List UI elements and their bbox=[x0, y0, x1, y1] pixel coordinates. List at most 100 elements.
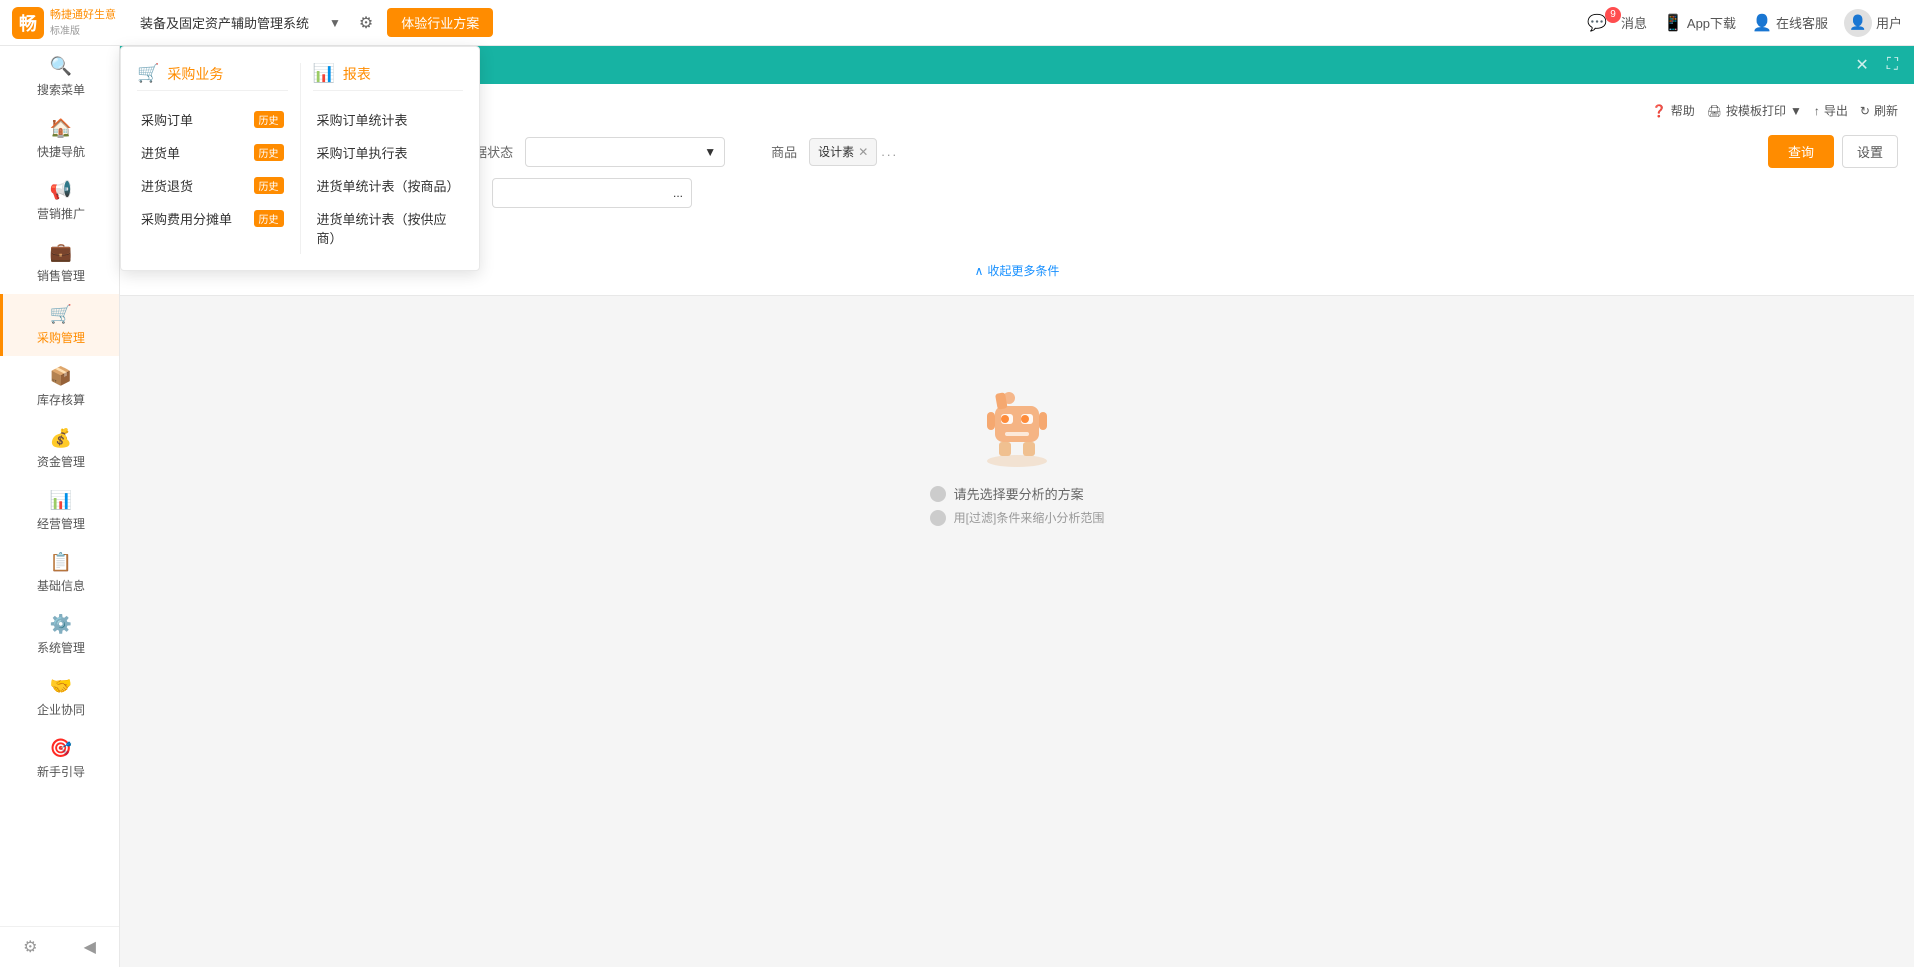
capital-icon: 💰 bbox=[50, 428, 72, 449]
logo-text: 畅捷通好生意 bbox=[50, 8, 116, 22]
sidebar-item-quick-nav[interactable]: 🏠 快捷导航 bbox=[0, 108, 119, 170]
marketing-icon: 📢 bbox=[50, 180, 72, 201]
help-btn[interactable]: ❓ 帮助 bbox=[1652, 102, 1695, 119]
industry-btn[interactable]: 体验行业方案 bbox=[387, 8, 493, 37]
print-template-label: 按模板打印 bbox=[1726, 102, 1786, 119]
export-icon: ↑ bbox=[1814, 104, 1820, 118]
purchase-expense-history-tag: 历史 bbox=[254, 210, 284, 227]
refresh-icon: ↻ bbox=[1860, 104, 1870, 118]
empty-state: 请先选择要分析的方案 用[过滤]条件来缩小分析范围 bbox=[120, 296, 1914, 606]
sidebar-item-basic[interactable]: 📋 基础信息 bbox=[0, 542, 119, 604]
menu-item-purchase-order-stats-label: 采购订单统计表 bbox=[317, 110, 408, 129]
messages-btn[interactable]: 💬 9 消息 bbox=[1587, 13, 1647, 33]
purchase-col-header: 🛒 采购业务 bbox=[137, 63, 288, 91]
sidebar-item-purchase[interactable]: 🛒 采购管理 bbox=[0, 294, 119, 356]
purchase-icon: 🛒 bbox=[50, 304, 72, 325]
app-download-btn[interactable]: 📱 App下载 bbox=[1663, 13, 1736, 33]
empty-line1: 请先选择要分析的方案 bbox=[954, 484, 1084, 503]
salesperson-dots: ... bbox=[673, 186, 683, 200]
menu-item-purchase-expense[interactable]: 采购费用分摊单 历史 bbox=[137, 202, 288, 235]
menu-item-goods-return-label: 进货退货 bbox=[141, 176, 193, 195]
sidebar-item-capital-label: 资金管理 bbox=[37, 453, 85, 470]
sidebar-item-operations[interactable]: 📊 经营管理 bbox=[0, 480, 119, 542]
topbar: 畅 畅捷通好生意 标准版 装备及固定资产辅助管理系统 ▼ ⚙ 体验行业方案 💬 … bbox=[0, 0, 1914, 46]
app-download-label: App下载 bbox=[1687, 13, 1736, 32]
print-template-btn[interactable]: 🖨 按模板打印 ▼ bbox=[1707, 102, 1802, 119]
sidebar-item-marketing-label: 营销推广 bbox=[37, 205, 85, 222]
menu-item-purchase-expense-label: 采购费用分摊单 bbox=[141, 209, 232, 228]
logo-icon: 畅 bbox=[12, 7, 44, 39]
goods-tag-value: 设计素 bbox=[818, 143, 854, 160]
purchase-col: 🛒 采购业务 采购订单 历史 进货单 历史 进货退货 历史 采购费用分摊单 历史 bbox=[137, 63, 288, 254]
empty-illustration bbox=[967, 376, 1067, 476]
search-icon: 🔍 bbox=[50, 56, 72, 77]
sidebar-item-purchase-label: 采购管理 bbox=[37, 329, 85, 346]
menu-item-goods-receipt-stats-goods[interactable]: 进货单统计表（按商品） bbox=[313, 169, 464, 202]
menu-item-purchase-order-exec[interactable]: 采购订单执行表 bbox=[313, 136, 464, 169]
voucher-status-select[interactable]: ▼ bbox=[525, 137, 725, 167]
sidebar-item-enterprise[interactable]: 🤝 企业协同 bbox=[0, 666, 119, 728]
sidebar-item-sales-label: 销售管理 bbox=[37, 267, 85, 284]
purchase-order-history-tag: 历史 bbox=[254, 111, 284, 128]
report-col-icon: 📊 bbox=[313, 63, 335, 84]
goods-tag-remove[interactable]: ✕ bbox=[858, 145, 868, 159]
sidebar-item-search[interactable]: 🔍 搜索菜单 bbox=[0, 46, 119, 108]
inventory-icon: 📦 bbox=[50, 366, 72, 387]
phone-icon: 📱 bbox=[1663, 13, 1683, 33]
sidebar-item-inventory-label: 库存核算 bbox=[37, 391, 85, 408]
goods-tag[interactable]: 设计素 ✕ bbox=[809, 138, 877, 166]
sys-settings-btn[interactable]: ⚙ bbox=[353, 11, 379, 35]
service-icon: 👤 bbox=[1752, 13, 1772, 33]
user-btn[interactable]: 👤 用户 bbox=[1844, 9, 1902, 37]
enterprise-icon: 🤝 bbox=[50, 676, 72, 697]
tab-close-all-btn[interactable]: ✕ bbox=[1849, 53, 1874, 77]
goods-return-history-tag: 历史 bbox=[254, 177, 284, 194]
salesperson-select[interactable]: ... bbox=[492, 178, 692, 208]
sidebar-item-newbie[interactable]: 🎯 新手引导 bbox=[0, 728, 119, 790]
goods-receipt-history-tag: 历史 bbox=[254, 144, 284, 161]
goods-dots[interactable]: ... bbox=[881, 144, 898, 159]
tab-expand-btn[interactable]: ⛶ bbox=[1881, 53, 1904, 77]
online-service-btn[interactable]: 👤 在线客服 bbox=[1752, 13, 1828, 33]
sidebar-item-basic-label: 基础信息 bbox=[37, 577, 85, 594]
sidebar-collapse-btn[interactable]: ◀ bbox=[84, 937, 96, 957]
sidebar-item-operations-label: 经营管理 bbox=[37, 515, 85, 532]
dropdown-cols: 🛒 采购业务 采购订单 历史 进货单 历史 进货退货 历史 采购费用分摊单 历史 bbox=[137, 63, 463, 254]
sidebar: 🔍 搜索菜单 🏠 快捷导航 📢 营销推广 💼 销售管理 🛒 采购管理 📦 库存核… bbox=[0, 46, 120, 967]
menu-item-goods-receipt-label: 进货单 bbox=[141, 143, 180, 162]
menu-item-goods-receipt-stats-supplier[interactable]: 进货单统计表（按供应商） bbox=[313, 202, 464, 254]
operations-icon: 📊 bbox=[50, 490, 72, 511]
report-col: 📊 报表 采购订单统计表 采购订单执行表 进货单统计表（按商品） 进货单统计表（… bbox=[313, 63, 464, 254]
menu-item-goods-receipt-stats-goods-label: 进货单统计表（按商品） bbox=[317, 176, 460, 195]
purchase-col-icon: 🛒 bbox=[137, 63, 159, 84]
settings-btn[interactable]: 设置 bbox=[1842, 135, 1898, 168]
help-icon: ❓ bbox=[1652, 104, 1667, 118]
sidebar-item-inventory[interactable]: 📦 库存核算 bbox=[0, 356, 119, 418]
app-logo: 畅 畅捷通好生意 标准版 bbox=[12, 7, 132, 39]
menu-item-purchase-order[interactable]: 采购订单 历史 bbox=[137, 103, 288, 136]
sidebar-item-system[interactable]: ⚙️ 系统管理 bbox=[0, 604, 119, 666]
export-btn[interactable]: ↑ 导出 bbox=[1814, 102, 1848, 119]
sys-dropdown-btn[interactable]: ▼ bbox=[325, 14, 345, 32]
menu-item-purchase-order-stats[interactable]: 采购订单统计表 bbox=[313, 103, 464, 136]
sidebar-item-capital[interactable]: 💰 资金管理 bbox=[0, 418, 119, 480]
goods-label: 商品 bbox=[737, 142, 797, 161]
collapse-label: 收起更多条件 bbox=[987, 262, 1059, 279]
sidebar-item-marketing[interactable]: 📢 营销推广 bbox=[0, 170, 119, 232]
empty-line2: 用[过滤]条件来缩小分析范围 bbox=[954, 509, 1105, 526]
query-btn[interactable]: 查询 bbox=[1768, 135, 1834, 168]
sidebar-item-search-label: 搜索菜单 bbox=[37, 81, 85, 98]
menu-item-goods-return[interactable]: 进货退货 历史 bbox=[137, 169, 288, 202]
sidebar-item-newbie-label: 新手引导 bbox=[37, 763, 85, 780]
refresh-btn[interactable]: ↻ 刷新 bbox=[1860, 102, 1898, 119]
refresh-label: 刷新 bbox=[1874, 102, 1898, 119]
menu-item-goods-receipt[interactable]: 进货单 历史 bbox=[137, 136, 288, 169]
print-dropdown-icon: ▼ bbox=[1790, 104, 1802, 118]
topbar-right: 💬 9 消息 📱 App下载 👤 在线客服 👤 用户 bbox=[1587, 9, 1902, 37]
print-icon: 🖨 bbox=[1707, 104, 1722, 118]
collapse-icon: ∧ bbox=[975, 264, 984, 278]
sidebar-item-sales[interactable]: 💼 销售管理 bbox=[0, 232, 119, 294]
sidebar-settings-btn[interactable]: ⚙ bbox=[23, 937, 37, 957]
report-col-title: 报表 bbox=[343, 64, 371, 84]
message-badge: 9 bbox=[1605, 7, 1621, 23]
